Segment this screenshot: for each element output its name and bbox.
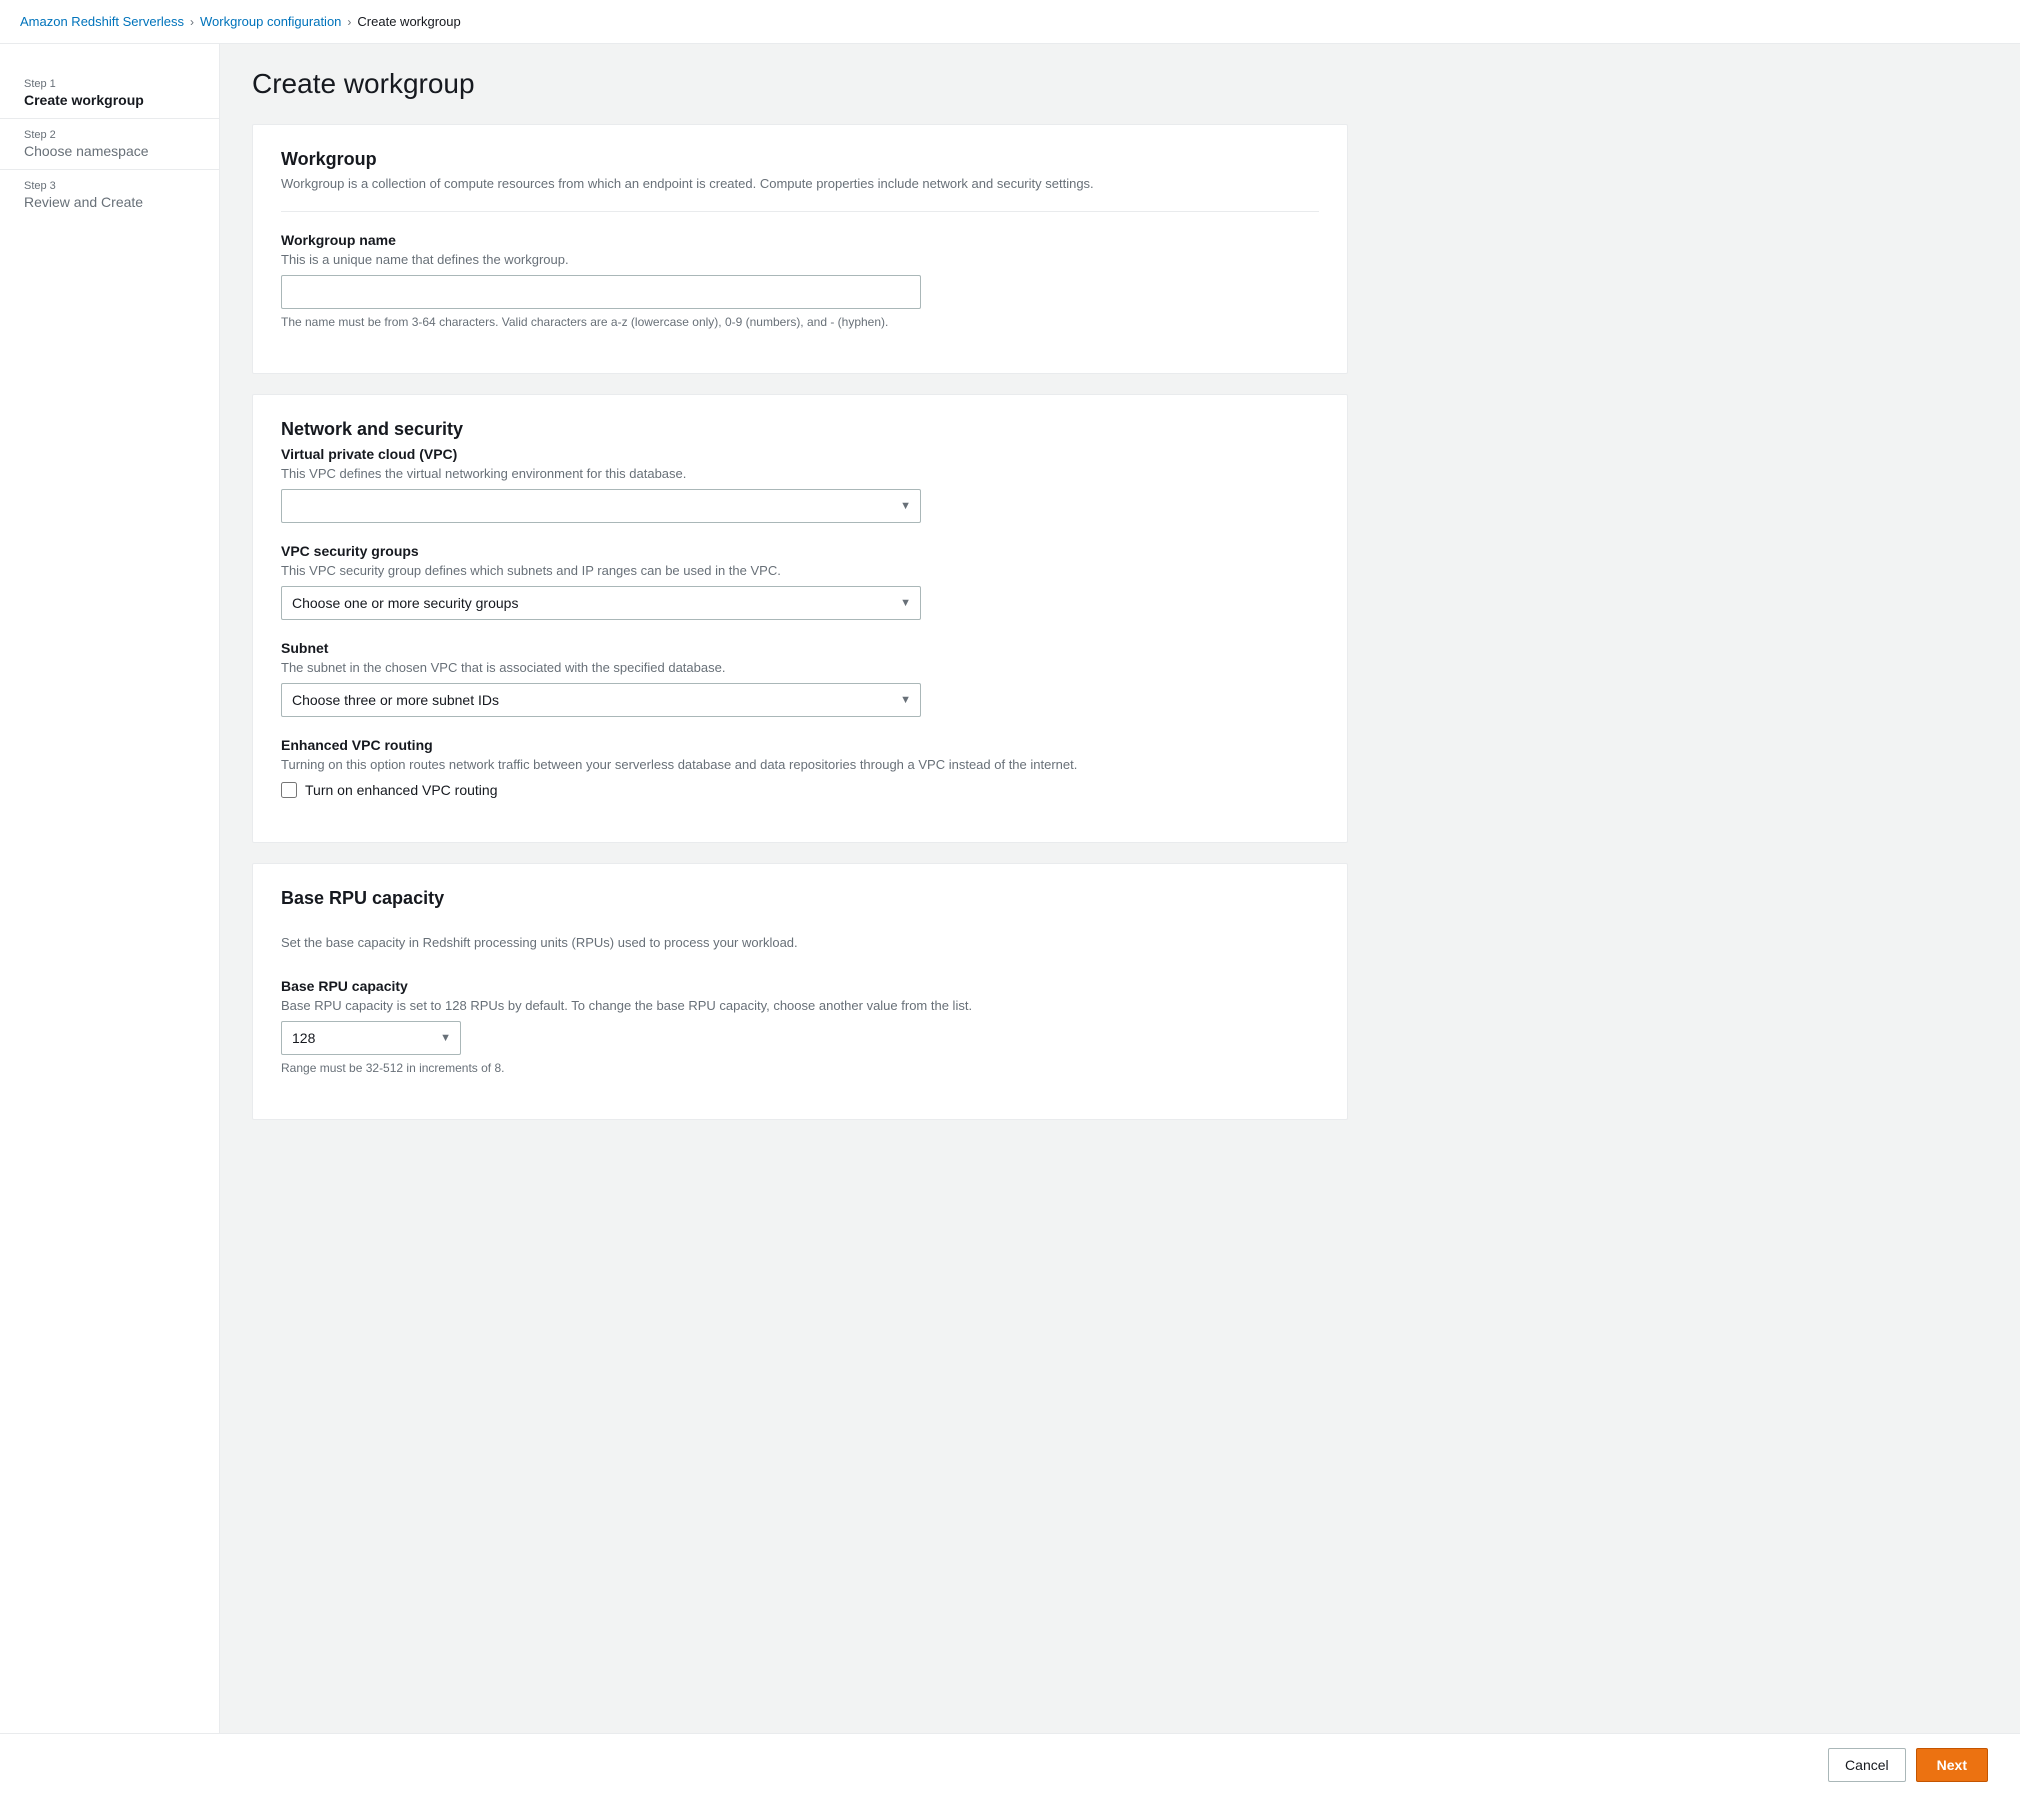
step-2-label: Step 2: [24, 129, 195, 141]
breadcrumb-sep-2: ›: [347, 15, 351, 29]
workgroup-heading: Workgroup: [281, 149, 1319, 170]
breadcrumb-link-workgroup-config[interactable]: Workgroup configuration: [200, 14, 341, 29]
subnet-select-wrapper: Choose three or more subnet IDs ▼: [281, 683, 921, 717]
base-rpu-select[interactable]: 3240485664728088961041121201281361441521…: [281, 1021, 461, 1055]
base-rpu-hint: Range must be 32-512 in increments of 8.: [281, 1061, 1319, 1075]
base-rpu-capacity-desc: Base RPU capacity is set to 128 RPUs by …: [281, 998, 1319, 1013]
step-1-label: Step 1: [24, 78, 195, 90]
sidebar-step-1: Step 1 Create workgroup: [0, 68, 219, 119]
security-groups-desc: This VPC security group defines which su…: [281, 563, 1319, 578]
breadcrumb: Amazon Redshift Serverless › Workgroup c…: [0, 0, 2020, 44]
security-groups-select[interactable]: Choose one or more security groups: [281, 586, 921, 620]
workgroup-name-label: Workgroup name: [281, 232, 1319, 248]
vpc-field: Virtual private cloud (VPC) This VPC def…: [281, 446, 1319, 523]
workgroup-name-input[interactable]: [281, 275, 921, 309]
enhanced-routing-checkbox-row: Turn on enhanced VPC routing: [281, 782, 1319, 798]
subnet-desc: The subnet in the chosen VPC that is ass…: [281, 660, 1319, 675]
step-1-title: Create workgroup: [24, 92, 195, 108]
workgroup-name-desc: This is a unique name that defines the w…: [281, 252, 1319, 267]
step-2-title: Choose namespace: [24, 143, 195, 159]
network-section: Network and security Virtual private clo…: [252, 394, 1348, 843]
page-title: Create workgroup: [252, 68, 1348, 100]
workgroup-description: Workgroup is a collection of compute res…: [281, 176, 1319, 191]
workgroup-name-field: Workgroup name This is a unique name tha…: [281, 232, 1319, 329]
sidebar-step-3: Step 3 Review and Create: [0, 170, 219, 220]
enhanced-routing-checkbox-label[interactable]: Turn on enhanced VPC routing: [305, 782, 498, 798]
step-3-title: Review and Create: [24, 194, 195, 210]
security-groups-label: VPC security groups: [281, 543, 1319, 559]
vpc-desc: This VPC defines the virtual networking …: [281, 466, 1319, 481]
base-rpu-section: Base RPU capacity Set the base capacity …: [252, 863, 1348, 1120]
breadcrumb-sep-1: ›: [190, 15, 194, 29]
step-3-label: Step 3: [24, 180, 195, 192]
workgroup-section: Workgroup Workgroup is a collection of c…: [252, 124, 1348, 374]
vpc-select[interactable]: [281, 489, 921, 523]
breadcrumb-current: Create workgroup: [357, 14, 460, 29]
breadcrumb-link-redshift[interactable]: Amazon Redshift Serverless: [20, 14, 184, 29]
network-heading: Network and security: [281, 419, 1319, 440]
vpc-label: Virtual private cloud (VPC): [281, 446, 1319, 462]
subnet-field: Subnet The subnet in the chosen VPC that…: [281, 640, 1319, 717]
enhanced-routing-checkbox[interactable]: [281, 782, 297, 798]
footer-bar: Cancel Next: [0, 1733, 2020, 1796]
enhanced-routing-desc: Turning on this option routes network tr…: [281, 757, 1319, 772]
sidebar: Step 1 Create workgroup Step 2 Choose na…: [0, 44, 220, 1796]
base-rpu-capacity-field: Base RPU capacity Base RPU capacity is s…: [281, 978, 1319, 1075]
base-rpu-heading: Base RPU capacity: [281, 888, 1319, 909]
next-button[interactable]: Next: [1916, 1748, 1988, 1782]
subnet-select[interactable]: Choose three or more subnet IDs: [281, 683, 921, 717]
enhanced-routing-field: Enhanced VPC routing Turning on this opt…: [281, 737, 1319, 798]
base-rpu-capacity-label: Base RPU capacity: [281, 978, 1319, 994]
vpc-select-wrapper: ▼: [281, 489, 921, 523]
base-rpu-select-wrapper: 3240485664728088961041121201281361441521…: [281, 1021, 461, 1055]
sidebar-step-2: Step 2 Choose namespace: [0, 119, 219, 170]
security-groups-field: VPC security groups This VPC security gr…: [281, 543, 1319, 620]
workgroup-name-hint: The name must be from 3-64 characters. V…: [281, 315, 1319, 329]
main-content: Create workgroup Workgroup Workgroup is …: [220, 44, 1380, 1796]
security-groups-select-wrapper: Choose one or more security groups ▼: [281, 586, 921, 620]
subnet-label: Subnet: [281, 640, 1319, 656]
enhanced-routing-label: Enhanced VPC routing: [281, 737, 1319, 753]
base-rpu-intro: Set the base capacity in Redshift proces…: [281, 935, 1319, 950]
cancel-button[interactable]: Cancel: [1828, 1748, 1906, 1782]
